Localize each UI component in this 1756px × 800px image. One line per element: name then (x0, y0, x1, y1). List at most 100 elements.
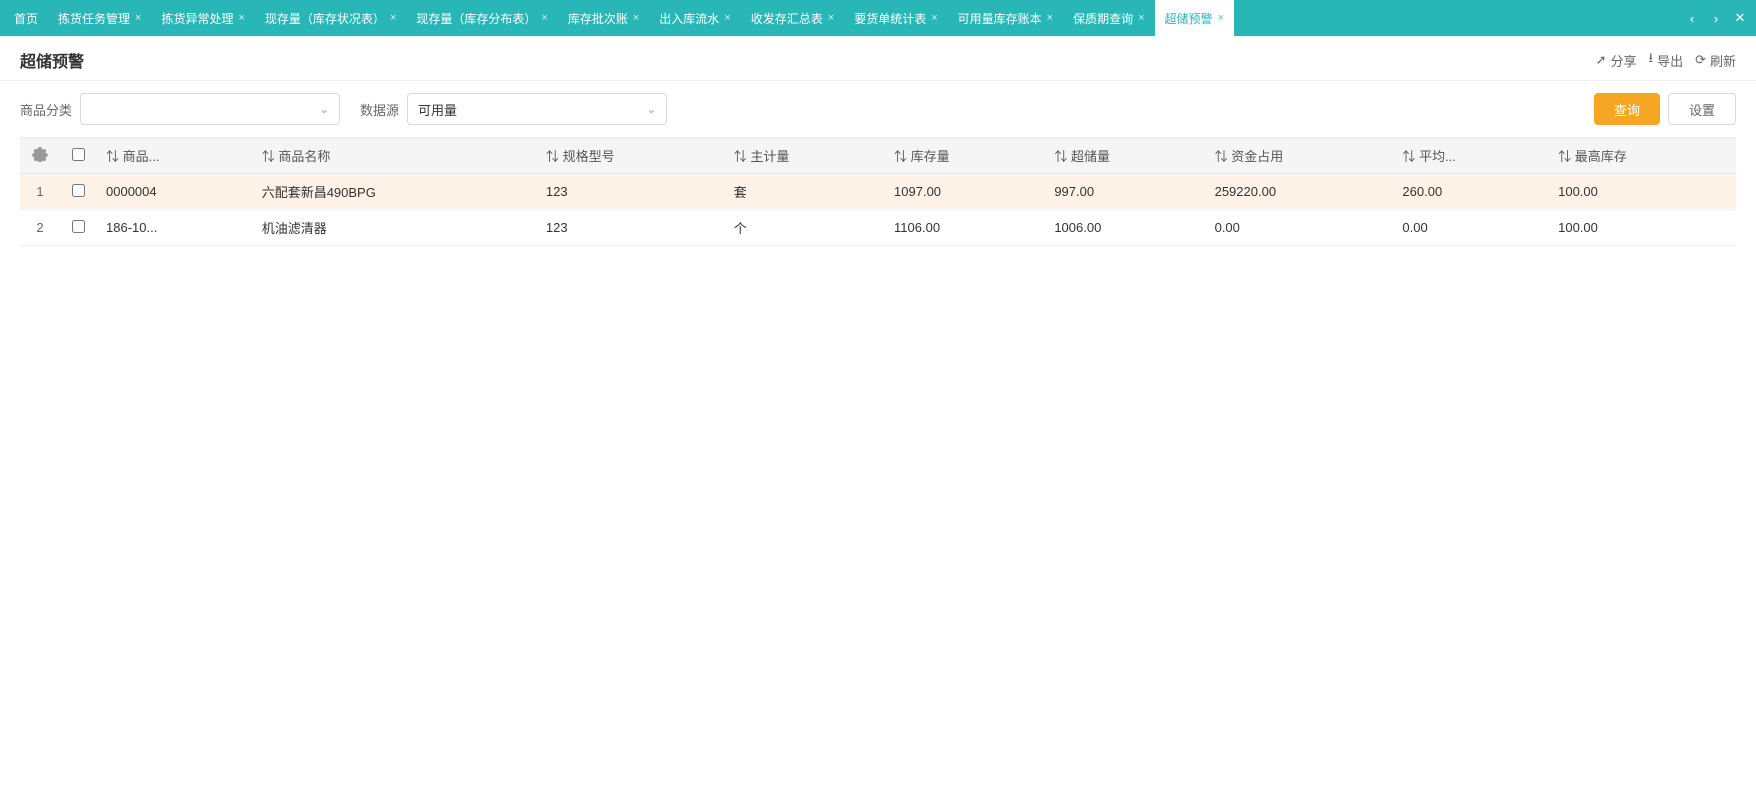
header-actions: ➚ 分享 ⭳ 导出 ⟳ 刷新 (1596, 49, 1736, 71)
nav-item-label: 库存批次账 (568, 10, 628, 27)
product-name-col-header[interactable]: ⇅ 商品名称 (252, 138, 536, 174)
datasource-select[interactable]: 可用量 ⌄ (407, 93, 667, 125)
sort-arrows-icon: ⇅ (546, 149, 559, 164)
settings-col-header[interactable] (20, 138, 60, 174)
nav-item-6[interactable]: 出入库流水 × (649, 0, 740, 36)
stock-col-header[interactable]: ⇅ 库存量 (884, 138, 1044, 174)
nav-arrows: ‹ › ✕ (1680, 0, 1752, 36)
nav-item-label: 保质期查询 (1073, 10, 1133, 27)
row-product-name: 六配套新昌490BPG (252, 174, 536, 210)
nav-prev-button[interactable]: ‹ (1680, 0, 1704, 36)
sort-arrows-icon: ⇅ (106, 149, 119, 164)
row-capital: 0.00 (1205, 210, 1393, 246)
refresh-icon: ⟳ (1695, 52, 1706, 68)
row-checkbox-cell[interactable] (60, 174, 96, 210)
nav-close-icon[interactable]: × (828, 12, 834, 24)
nav-item-label: 首页 (14, 10, 38, 27)
overflow-col-header[interactable]: ⇅ 超储量 (1044, 138, 1204, 174)
sort-arrows-icon: ⇅ (1054, 149, 1067, 164)
query-button[interactable]: 查询 (1594, 93, 1660, 125)
product-code-col-header[interactable]: ⇅ 商品... (96, 138, 252, 174)
capital-col-header[interactable]: ⇅ 资金占用 (1205, 138, 1393, 174)
nav-close-icon[interactable]: × (390, 12, 396, 24)
nav-close-icon[interactable]: × (1218, 12, 1224, 24)
share-icon: ➚ (1596, 52, 1607, 68)
max-stock-col-header[interactable]: ⇅ 最高库存 (1548, 138, 1736, 174)
row-checkbox[interactable] (72, 184, 85, 197)
nav-item-label: 出入库流水 (659, 10, 719, 27)
row-checkbox-cell[interactable] (60, 210, 96, 246)
table-row: 1 0000004 六配套新昌490BPG 123 套 1097.00 997.… (20, 174, 1736, 210)
row-spec: 123 (536, 210, 724, 246)
nav-item-11[interactable]: 超储预警 × (1155, 0, 1234, 36)
avg-col-header[interactable]: ⇅ 平均... (1392, 138, 1548, 174)
table-body: 1 0000004 六配套新昌490BPG 123 套 1097.00 997.… (20, 174, 1736, 246)
data-table: ⇅ 商品... ⇅ 商品名称 ⇅ 规格型号 ⇅ 主计量 ⇅ 库存量 (20, 137, 1736, 246)
nav-item-9[interactable]: 可用量库存账本× (948, 0, 1063, 36)
nav-close-icon[interactable]: × (1138, 12, 1144, 24)
row-max-stock: 100.00 (1548, 174, 1736, 210)
row-unit: 套 (724, 174, 884, 210)
nav-item-2[interactable]: 拣货异常处理 × (151, 0, 254, 36)
row-spec: 123 (536, 174, 724, 210)
row-overflow: 1006.00 (1044, 210, 1204, 246)
spec-col-header[interactable]: ⇅ 规格型号 (536, 138, 724, 174)
gear-icon (32, 146, 48, 162)
category-select[interactable]: ⌄ (80, 93, 340, 125)
row-avg: 260.00 (1392, 174, 1548, 210)
share-button[interactable]: ➚ 分享 (1596, 51, 1637, 70)
filter-actions: 查询 设置 (1594, 93, 1736, 125)
nav-item-3[interactable]: 现存量（库存状况表） × (255, 0, 406, 36)
nav-close-icon[interactable]: × (633, 12, 639, 24)
row-stock: 1106.00 (884, 210, 1044, 246)
table-container: ⇅ 商品... ⇅ 商品名称 ⇅ 规格型号 ⇅ 主计量 ⇅ 库存量 (0, 137, 1756, 246)
row-avg: 0.00 (1392, 210, 1548, 246)
table-header-row: ⇅ 商品... ⇅ 商品名称 ⇅ 规格型号 ⇅ 主计量 ⇅ 库存量 (20, 138, 1736, 174)
row-index: 2 (20, 210, 60, 246)
nav-close-icon[interactable]: × (541, 12, 547, 24)
nav-item-7[interactable]: 收发存汇总表× (741, 0, 844, 36)
nav-close-icon[interactable]: × (1047, 12, 1053, 24)
export-button[interactable]: ⭳ 导出 (1649, 49, 1684, 71)
category-label: 商品分类 (20, 100, 72, 119)
settings-button[interactable]: 设置 (1668, 93, 1736, 125)
nav-item-5[interactable]: 库存批次账 × (558, 0, 649, 36)
nav-item-4[interactable]: 现存量（库存分布表）× (406, 0, 557, 36)
nav-item-label: 拣货异常处理 (161, 10, 233, 27)
nav-item-label: 现存量（库存状况表） (265, 10, 385, 27)
nav-close-button[interactable]: ✕ (1728, 0, 1752, 36)
export-icon: ⭳ (1649, 49, 1654, 71)
nav-close-icon[interactable]: × (724, 12, 730, 24)
row-overflow: 997.00 (1044, 174, 1204, 210)
sort-arrows-icon: ⇅ (734, 149, 747, 164)
nav-close-icon[interactable]: × (931, 12, 937, 24)
nav-next-button[interactable]: › (1704, 0, 1728, 36)
nav-item-10[interactable]: 保质期查询 × (1063, 0, 1154, 36)
unit-col-header[interactable]: ⇅ 主计量 (724, 138, 884, 174)
select-all-checkbox[interactable] (72, 148, 85, 161)
datasource-filter: 数据源 可用量 ⌄ (360, 93, 667, 125)
row-capital: 259220.00 (1205, 174, 1393, 210)
refresh-button[interactable]: ⟳ 刷新 (1695, 51, 1736, 70)
row-checkbox[interactable] (72, 220, 85, 233)
top-navigation: 首页拣货任务管理×拣货异常处理×现存量（库存状况表）×现存量（库存分布表）×库存… (0, 0, 1756, 36)
row-stock: 1097.00 (884, 174, 1044, 210)
datasource-label: 数据源 (360, 100, 399, 119)
row-product-code: 0000004 (96, 174, 252, 210)
category-filter: 商品分类 ⌄ (20, 93, 340, 125)
nav-item-label: 拣货任务管理 (58, 10, 130, 27)
nav-item-8[interactable]: 要货单统计表 × (844, 0, 947, 36)
nav-item-0[interactable]: 首页 (4, 0, 48, 36)
nav-item-label: 超储预警 (1165, 10, 1213, 27)
nav-item-label: 要货单统计表 (854, 10, 926, 27)
table-row: 2 186-10... 机油滤清器 123 个 1106.00 1006.00 … (20, 210, 1736, 246)
row-product-code: 186-10... (96, 210, 252, 246)
nav-close-icon[interactable]: × (135, 12, 141, 24)
checkbox-col-header[interactable] (60, 138, 96, 174)
nav-item-1[interactable]: 拣货任务管理 × (48, 0, 151, 36)
chevron-down-icon: ⌄ (647, 103, 656, 116)
nav-close-icon[interactable]: × (238, 12, 244, 24)
page-header: 超储预警 ➚ 分享 ⭳ 导出 ⟳ 刷新 (0, 36, 1756, 81)
sort-arrows-icon: ⇅ (1558, 149, 1571, 164)
sort-arrows-icon: ⇅ (1402, 149, 1415, 164)
